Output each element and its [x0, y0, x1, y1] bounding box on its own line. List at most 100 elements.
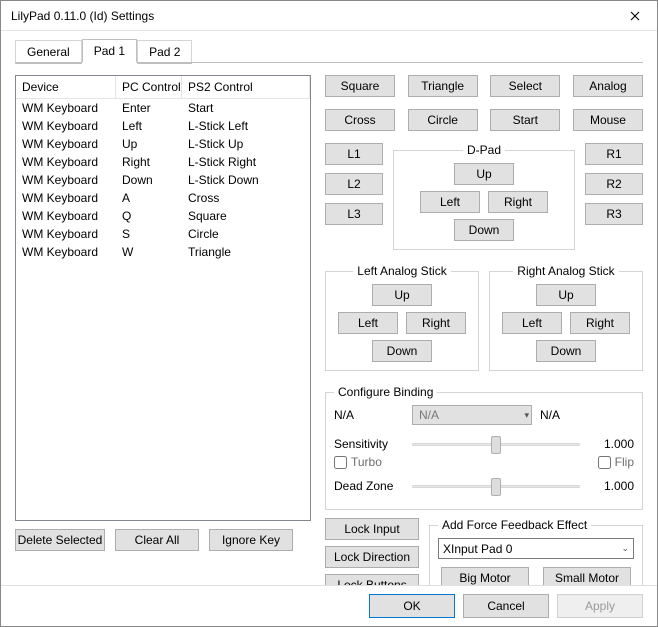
square-button[interactable]: Square — [325, 75, 395, 97]
flip-checkbox-input[interactable] — [598, 456, 611, 469]
cell-pc: Left — [116, 117, 182, 135]
ignore-key-button[interactable]: Ignore Key — [209, 529, 293, 551]
tab-pad2[interactable]: Pad 2 — [137, 40, 192, 64]
tab-pad1[interactable]: Pad 1 — [82, 39, 137, 63]
cell-device: WM Keyboard — [16, 189, 116, 207]
lock-input-button[interactable]: Lock Input — [325, 518, 419, 540]
cell-ps2: Triangle — [182, 243, 310, 261]
ffe-device-value: XInput Pad 0 — [443, 542, 512, 556]
turbo-checkbox-input[interactable] — [334, 456, 347, 469]
deadzone-label: Dead Zone — [334, 479, 404, 493]
left-stick-group: Left Analog Stick Up Left Right Down — [325, 264, 479, 371]
table-row[interactable]: WM KeyboardLeftL-Stick Left — [16, 117, 310, 135]
table-row[interactable]: WM KeyboardQSquare — [16, 207, 310, 225]
table-row[interactable]: WM KeyboardSCircle — [16, 225, 310, 243]
ffe-device-combo[interactable]: XInput Pad 0 ⌄ — [438, 538, 634, 559]
delete-selected-button[interactable]: Delete Selected — [15, 529, 105, 551]
triangle-button[interactable]: Triangle — [408, 75, 478, 97]
table-row[interactable]: WM KeyboardWTriangle — [16, 243, 310, 261]
chevron-down-icon: ▾ — [524, 410, 529, 421]
flip-checkbox[interactable]: Flip — [598, 455, 634, 469]
cell-ps2: Cross — [182, 189, 310, 207]
cell-device: WM Keyboard — [16, 225, 116, 243]
dpad-legend: D-Pad — [463, 143, 505, 157]
tab-pane: Device PC Control PS2 Control WM Keyboar… — [15, 62, 643, 586]
right-stick-legend: Right Analog Stick — [513, 264, 618, 278]
bindings-header: Device PC Control PS2 Control — [16, 76, 310, 99]
l2-button[interactable]: L2 — [325, 173, 383, 195]
ok-button[interactable]: OK — [369, 594, 455, 618]
cell-pc: Enter — [116, 99, 182, 117]
select-button[interactable]: Select — [490, 75, 560, 97]
binding-combo[interactable]: N/A ▾ — [412, 405, 532, 425]
cell-pc: Up — [116, 135, 182, 153]
circle-button[interactable]: Circle — [408, 109, 478, 131]
deadzone-slider[interactable] — [412, 473, 580, 499]
lstick-up-button[interactable]: Up — [372, 284, 432, 306]
cell-ps2: Square — [182, 207, 310, 225]
rstick-up-button[interactable]: Up — [536, 284, 596, 306]
cell-device: WM Keyboard — [16, 117, 116, 135]
lstick-left-button[interactable]: Left — [338, 312, 398, 334]
cell-ps2: L-Stick Up — [182, 135, 310, 153]
dialog-footer: OK Cancel Apply — [1, 586, 657, 626]
cell-pc: A — [116, 189, 182, 207]
right-stick-group: Right Analog Stick Up Left Right Down — [489, 264, 643, 371]
cell-pc: Down — [116, 171, 182, 189]
r1-button[interactable]: R1 — [585, 143, 643, 165]
rstick-right-button[interactable]: Right — [570, 312, 630, 334]
mouse-button[interactable]: Mouse — [573, 109, 643, 131]
table-row[interactable]: WM KeyboardACross — [16, 189, 310, 207]
dpad-up-button[interactable]: Up — [454, 163, 514, 185]
turbo-checkbox-label: Turbo — [351, 455, 382, 469]
cell-pc: Right — [116, 153, 182, 171]
table-row[interactable]: WM KeyboardUpL-Stick Up — [16, 135, 310, 153]
cell-device: WM Keyboard — [16, 135, 116, 153]
col-device[interactable]: Device — [16, 76, 116, 99]
table-row[interactable]: WM KeyboardRightL-Stick Right — [16, 153, 310, 171]
lock-direction-button[interactable]: Lock Direction — [325, 546, 419, 568]
tab-general[interactable]: General — [15, 40, 82, 64]
lstick-right-button[interactable]: Right — [406, 312, 466, 334]
flip-checkbox-label: Flip — [615, 455, 634, 469]
sensitivity-slider[interactable] — [412, 431, 580, 457]
close-icon — [630, 11, 640, 21]
r2-button[interactable]: R2 — [585, 173, 643, 195]
cell-ps2: L-Stick Down — [182, 171, 310, 189]
ffe-legend: Add Force Feedback Effect — [438, 518, 591, 532]
dpad-right-button[interactable]: Right — [488, 191, 548, 213]
cancel-button[interactable]: Cancel — [463, 594, 549, 618]
sensitivity-label: Sensitivity — [334, 437, 404, 451]
tab-bar: General Pad 1 Pad 2 — [15, 39, 643, 63]
table-row[interactable]: WM KeyboardDownL-Stick Down — [16, 171, 310, 189]
cell-device: WM Keyboard — [16, 243, 116, 261]
window-title: LilyPad 0.11.0 (Id) Settings — [11, 9, 154, 23]
clear-all-button[interactable]: Clear All — [115, 529, 199, 551]
cell-device: WM Keyboard — [16, 99, 116, 117]
col-ps2-control[interactable]: PS2 Control — [182, 76, 310, 99]
rstick-left-button[interactable]: Left — [502, 312, 562, 334]
dpad-down-button[interactable]: Down — [454, 219, 514, 241]
apply-button[interactable]: Apply — [557, 594, 643, 618]
close-button[interactable] — [613, 1, 657, 30]
titlebar: LilyPad 0.11.0 (Id) Settings — [1, 1, 657, 31]
dpad-left-button[interactable]: Left — [420, 191, 480, 213]
r3-button[interactable]: R3 — [585, 203, 643, 225]
rstick-down-button[interactable]: Down — [536, 340, 596, 362]
cell-pc: W — [116, 243, 182, 261]
analog-button[interactable]: Analog — [573, 75, 643, 97]
start-button[interactable]: Start — [490, 109, 560, 131]
turbo-checkbox[interactable]: Turbo — [334, 455, 382, 469]
cell-pc: S — [116, 225, 182, 243]
table-row[interactable]: WM KeyboardEnterStart — [16, 99, 310, 117]
col-pc-control[interactable]: PC Control — [116, 76, 182, 99]
chevron-down-icon: ⌄ — [621, 543, 629, 554]
lstick-down-button[interactable]: Down — [372, 340, 432, 362]
dpad-group: D-Pad Up Left Right Down — [393, 143, 575, 250]
binding-after-label: N/A — [540, 408, 560, 422]
l1-button[interactable]: L1 — [325, 143, 383, 165]
cross-button[interactable]: Cross — [325, 109, 395, 131]
bindings-list[interactable]: Device PC Control PS2 Control WM Keyboar… — [15, 75, 311, 521]
l3-button[interactable]: L3 — [325, 203, 383, 225]
content-area: General Pad 1 Pad 2 Device PC Control PS… — [1, 31, 657, 587]
